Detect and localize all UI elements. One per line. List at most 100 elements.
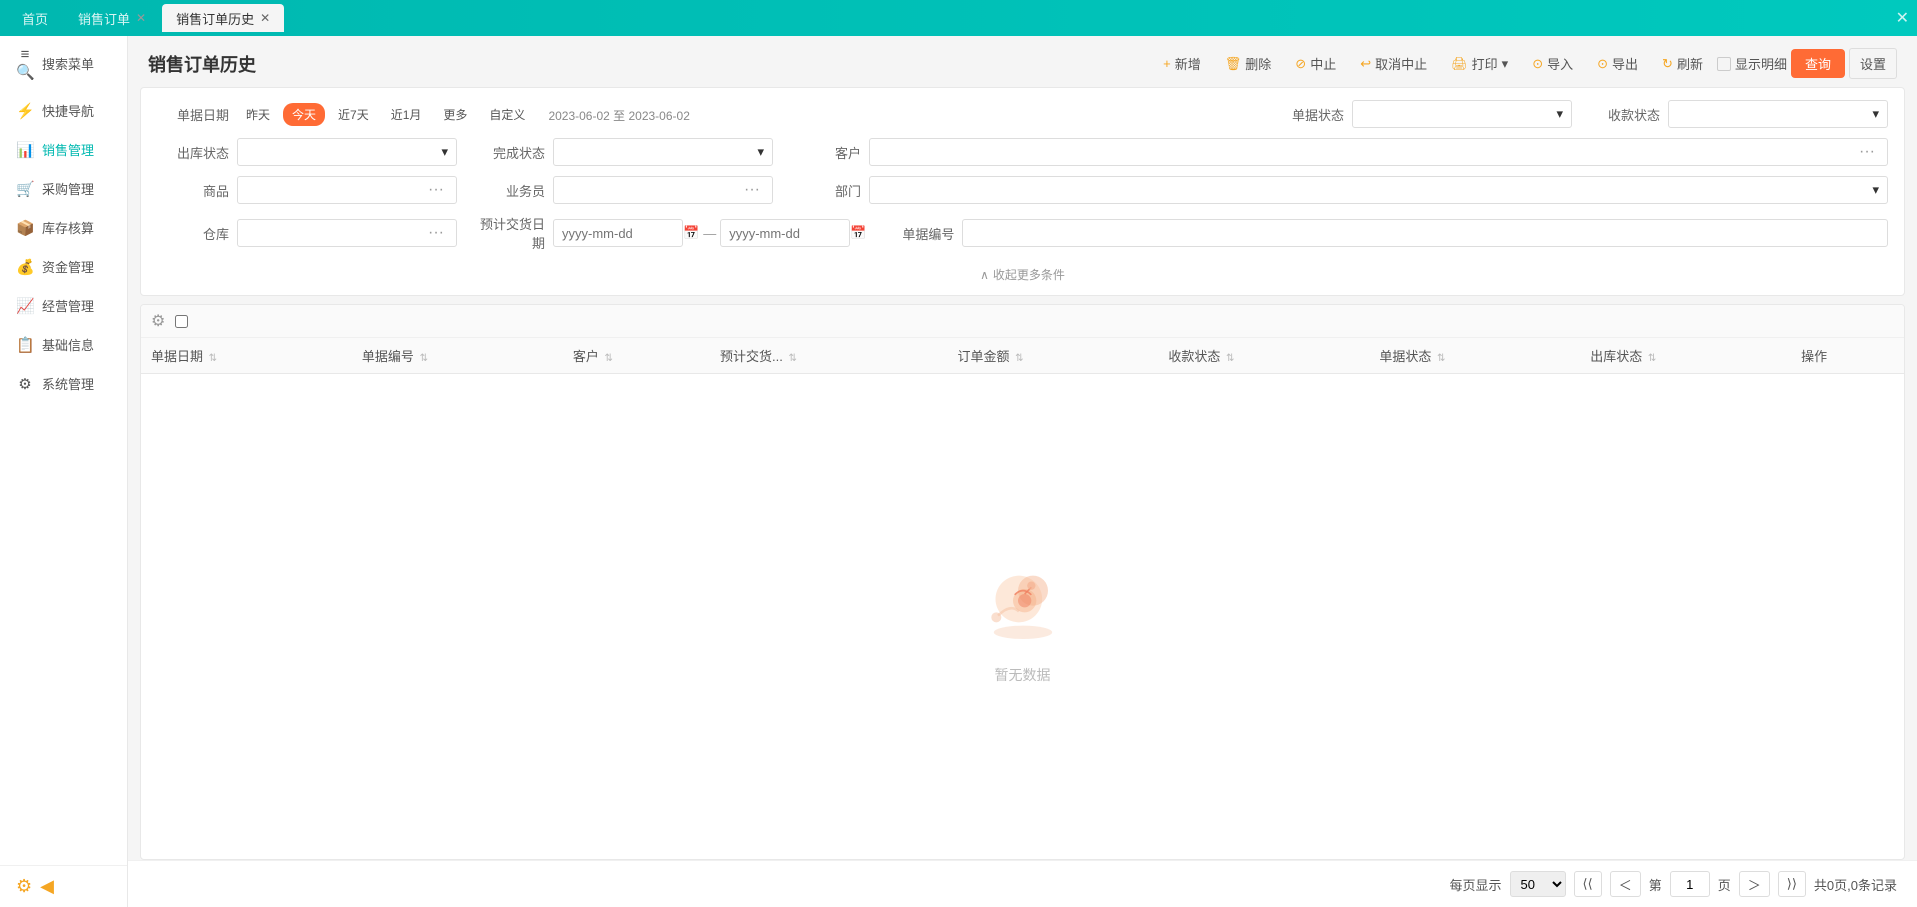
refresh-button[interactable]: ↻ 刷新 [1652,49,1713,78]
tab-home[interactable]: 首页 [8,4,62,32]
sidebar-collapse-btn[interactable]: ◀ [40,876,54,897]
col-customer[interactable]: 客户 ⇅ [563,338,710,374]
tab-sales-order-history-close[interactable]: ✕ [260,11,270,25]
sidebar-item-purchase-mgmt-label: 采购管理 [42,179,94,198]
doc-number-input[interactable] [962,219,1888,247]
sidebar-item-quick-nav[interactable]: ⚡ 快捷导航 [0,91,127,130]
col-expected-delivery-sort[interactable]: ⇅ [788,353,796,364]
total-label: 共0页,0条记录 [1814,875,1897,894]
select-all-checkbox[interactable] [175,315,188,328]
page-input[interactable] [1670,871,1710,897]
prev-page-btn[interactable]: ＜ [1610,871,1641,897]
date-btn-custom[interactable]: 自定义 [480,103,534,126]
date-btn-yesterday[interactable]: 昨天 [237,103,279,126]
quick-nav-icon: ⚡ [16,102,34,120]
collapse-link[interactable]: ∧ 收起更多条件 [157,262,1888,283]
shipment-status-label: 出库状态 [157,143,237,162]
first-page-btn[interactable]: ⟨⟨ [1574,871,1602,897]
col-doc-date-sort[interactable]: ⇅ [209,353,217,364]
sidebar-item-capital-mgmt[interactable]: 💰 资金管理 [0,247,127,286]
doc-status-label: 单据状态 [1272,105,1352,124]
table-settings-icon[interactable]: ⚙ [151,311,165,331]
col-order-amount[interactable]: 订单金额 ⇅ [947,338,1158,374]
display-toggle-checkbox[interactable] [1717,57,1731,71]
delete-label: 删除 [1245,54,1271,73]
sidebar-item-operations-mgmt[interactable]: 📈 经营管理 [0,286,127,325]
next-page-btn[interactable]: ＞ [1739,871,1770,897]
filter-row-4: 仓库 ··· 预计交货日期 📅 — 📅 单据编号 [157,214,1888,252]
date-btn-more[interactable]: 更多 [434,103,476,126]
stop-button[interactable]: ⊘ 中止 [1285,49,1346,78]
warehouse-ellipsis-btn[interactable]: ··· [424,224,448,242]
completion-status-select[interactable]: ▾ [553,138,773,166]
tab-sales-order-history[interactable]: 销售订单历史 ✕ [162,4,284,32]
col-doc-number-sort[interactable]: ⇅ [420,353,428,364]
product-select[interactable]: ··· [237,176,457,204]
warehouse-select[interactable]: ··· [237,219,457,247]
customer-select[interactable]: ··· [869,138,1888,166]
col-doc-status[interactable]: 单据状态 ⇅ [1369,338,1580,374]
sidebar-item-inventory-settle[interactable]: 📦 库存核算 [0,208,127,247]
new-button[interactable]: + 新增 [1153,49,1211,78]
delete-button[interactable]: 🗑 删除 [1215,49,1282,78]
col-order-amount-sort[interactable]: ⇅ [1015,353,1023,364]
payment-status-select[interactable]: ▾ [1668,100,1888,128]
sidebar-settings-btn[interactable]: ⚙ [16,876,32,897]
col-order-amount-label: 订单金额 [957,349,1009,364]
purchase-mgmt-icon: 🛒 [16,180,34,198]
date-btn-last7[interactable]: 近7天 [329,103,378,126]
sidebar-item-basic-info[interactable]: 📋 基础信息 [0,325,127,364]
shipment-status-select[interactable]: ▾ [237,138,457,166]
export-button[interactable]: ⊙ 导出 [1587,49,1648,78]
print-button[interactable]: 🖨 打印 ▾ [1441,49,1518,78]
window-close-btn[interactable]: ✕ [1896,8,1909,28]
warehouse-label: 仓库 [157,224,237,243]
date-btn-last1m[interactable]: 近1月 [382,103,431,126]
col-payment-status-sort[interactable]: ⇅ [1226,353,1234,364]
query-button[interactable]: 查询 [1791,49,1845,78]
sidebar-item-system-mgmt[interactable]: ⚙ 系统管理 [0,364,127,403]
date-quick-btns: 昨天 今天 近7天 近1月 更多 自定义 [237,103,534,126]
col-doc-number-label: 单据编号 [362,349,414,364]
tab-sales-order[interactable]: 销售订单 ✕ [64,4,160,32]
col-payment-status-label: 收款状态 [1168,349,1220,364]
date-btn-today[interactable]: 今天 [283,103,325,126]
toolbar: + 新增 🗑 删除 ⊘ 中止 ↩ 取消中止 🖨 打印 [1153,48,1897,79]
product-ellipsis-btn[interactable]: ··· [424,181,448,199]
settings-button[interactable]: 设置 [1849,48,1897,79]
tab-sales-order-close[interactable]: ✕ [136,11,146,25]
col-shipment-status-sort[interactable]: ⇅ [1648,353,1656,364]
last-page-btn[interactable]: ⟩⟩ [1778,871,1806,897]
cancel-stop-button[interactable]: ↩ 取消中止 [1350,49,1437,78]
collapse-label: 收起更多条件 [993,266,1065,283]
import-button[interactable]: ⊙ 导入 [1522,49,1583,78]
customer-ellipsis-btn[interactable]: ··· [1855,143,1879,161]
calendar-end-icon[interactable]: 📅 [850,225,866,241]
col-expected-delivery[interactable]: 预计交货... ⇅ [710,338,947,374]
sidebar-item-purchase-mgmt[interactable]: 🛒 采购管理 [0,169,127,208]
col-doc-date[interactable]: 单据日期 ⇅ [141,338,352,374]
salesperson-select[interactable]: ··· [553,176,773,204]
col-shipment-status[interactable]: 出库状态 ⇅ [1580,338,1791,374]
table-header: 单据日期 ⇅ 单据编号 ⇅ 客户 ⇅ 预计交货... [141,338,1904,374]
date-label: 单据日期 [157,105,237,124]
salesperson-ellipsis-btn[interactable]: ··· [740,181,764,199]
calendar-start-icon[interactable]: 📅 [683,225,699,241]
sidebar-item-search-menu[interactable]: ≡🔍 搜索菜单 [0,36,127,91]
col-customer-sort[interactable]: ⇅ [604,353,612,364]
doc-status-arrow: ▾ [1556,106,1563,122]
col-doc-number[interactable]: 单据编号 ⇅ [352,338,563,374]
page-size-select[interactable]: 10 20 50 100 [1510,871,1566,897]
expected-delivery-start[interactable] [553,219,683,247]
col-doc-status-sort[interactable]: ⇅ [1437,353,1445,364]
sidebar-item-sales-mgmt[interactable]: 📊 销售管理 [0,130,127,169]
table-area: ⚙ 单据日期 ⇅ 单据编号 ⇅ 客户 [140,304,1905,860]
display-toggle[interactable]: 显示明细 [1717,54,1787,73]
col-shipment-status-label: 出库状态 [1590,349,1642,364]
export-icon: ⊙ [1597,56,1608,72]
department-select[interactable]: ▾ [869,176,1888,204]
doc-status-select[interactable]: ▾ [1352,100,1572,128]
sidebar: ≡🔍 搜索菜单 ⚡ 快捷导航 📊 销售管理 🛒 采购管理 📦 库存核算 💰 资金… [0,36,128,907]
col-payment-status[interactable]: 收款状态 ⇅ [1158,338,1369,374]
expected-delivery-end[interactable] [720,219,850,247]
